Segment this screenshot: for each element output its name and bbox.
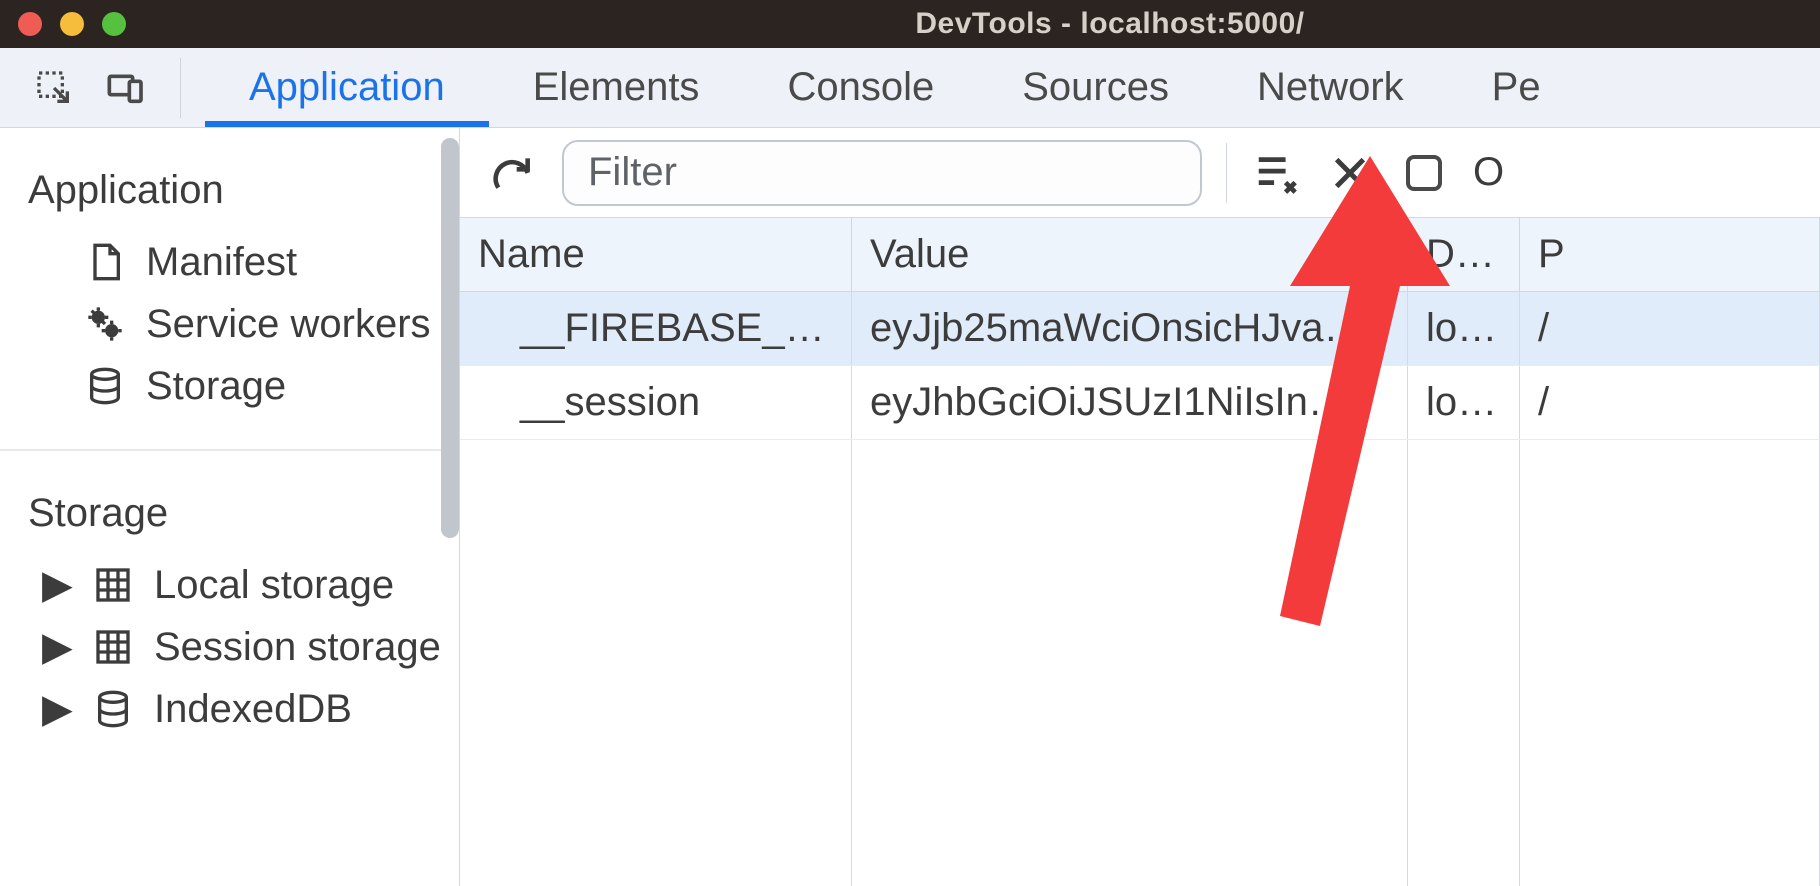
sidebar-item-label: IndexedDB — [154, 687, 352, 732]
cell-value: eyJhbGciOiJSUzI1NiIsIn… — [852, 366, 1408, 439]
tabs-row: Application Elements Console Sources Net… — [0, 48, 1820, 128]
maximize-window-button[interactable] — [102, 12, 126, 36]
titlebar: DevTools - localhost:5000/ — [0, 0, 1820, 48]
device-toolbar-icon[interactable] — [102, 64, 150, 112]
sidebar-item-manifest[interactable]: Manifest — [0, 231, 459, 293]
column-header-value[interactable]: Value — [852, 218, 1408, 291]
tab-label: Network — [1257, 65, 1404, 110]
scrollbar[interactable] — [441, 138, 459, 538]
sidebar-item-storage[interactable]: Storage — [0, 355, 459, 417]
sidebar-item-indexeddb[interactable]: ▶ IndexedDB — [0, 678, 459, 740]
tab-sources[interactable]: Sources — [978, 48, 1213, 127]
document-icon — [82, 239, 128, 285]
section-title-application: Application — [0, 128, 459, 231]
database-icon — [90, 686, 136, 732]
expand-caret-icon: ▶ — [42, 686, 62, 732]
gears-icon — [82, 301, 128, 347]
sidebar-item-label: Local storage — [154, 563, 394, 608]
inspect-element-icon[interactable] — [30, 64, 78, 112]
table-row[interactable]: __FIREBASE_… eyJjb25maWciOnsicHJva… lo… … — [460, 292, 1820, 366]
main: Application Manifest Service workers — [0, 128, 1820, 886]
content-toolbar: O — [460, 128, 1820, 218]
tabs: Application Elements Console Sources Net… — [205, 48, 1585, 127]
tab-label: Application — [249, 65, 445, 110]
close-icon[interactable] — [1325, 148, 1375, 198]
cell-path: / — [1520, 366, 1820, 439]
sidebar: Application Manifest Service workers — [0, 128, 460, 886]
content: O Name Value D… P __FIREBASE_… eyJjb25ma… — [460, 128, 1820, 886]
tab-console[interactable]: Console — [743, 48, 978, 127]
separator — [1226, 143, 1227, 203]
table-empty-area — [460, 440, 1820, 886]
expand-caret-icon: ▶ — [42, 624, 62, 670]
tab-application[interactable]: Application — [205, 48, 489, 127]
refresh-icon[interactable] — [488, 148, 538, 198]
sidebar-item-local-storage[interactable]: ▶ Local storage — [0, 554, 459, 616]
cell-name: __FIREBASE_… — [460, 292, 852, 365]
tab-performance-truncated[interactable]: Pe — [1448, 48, 1585, 127]
column-header-name[interactable]: Name — [460, 218, 852, 291]
sidebar-item-label: Session storage — [154, 625, 441, 670]
toolbar-trailing-label: O — [1473, 150, 1504, 195]
database-icon — [82, 363, 128, 409]
section-title-storage: Storage — [0, 451, 459, 554]
sidebar-item-label: Manifest — [146, 240, 297, 285]
tab-label: Elements — [533, 65, 700, 110]
sidebar-item-service-workers[interactable]: Service workers — [0, 293, 459, 355]
column-header-path[interactable]: P — [1520, 218, 1820, 291]
clear-all-icon[interactable] — [1251, 148, 1301, 198]
cell-name: __session — [460, 366, 852, 439]
sidebar-item-session-storage[interactable]: ▶ Session storage — [0, 616, 459, 678]
minimize-window-button[interactable] — [60, 12, 84, 36]
filter-input[interactable] — [562, 140, 1202, 206]
column-header-domain[interactable]: D… — [1408, 218, 1520, 291]
window-title: DevTools - localhost:5000/ — [915, 7, 1304, 41]
expand-caret-icon: ▶ — [42, 562, 62, 608]
tab-network[interactable]: Network — [1213, 48, 1448, 127]
traffic-lights — [18, 12, 126, 36]
grid-icon — [90, 624, 136, 670]
separator — [180, 58, 181, 118]
checkbox-only-show-cookies[interactable] — [1399, 148, 1449, 198]
tab-label: Console — [787, 65, 934, 110]
tab-elements[interactable]: Elements — [489, 48, 744, 127]
table-row[interactable]: __session eyJhbGciOiJSUzI1NiIsIn… lo… / — [460, 366, 1820, 440]
cell-domain: lo… — [1408, 292, 1520, 365]
sidebar-item-label: Service workers — [146, 302, 431, 347]
grid-icon — [90, 562, 136, 608]
cell-path: / — [1520, 292, 1820, 365]
cookies-table: Name Value D… P __FIREBASE_… eyJjb25maWc… — [460, 218, 1820, 886]
table-header: Name Value D… P — [460, 218, 1820, 292]
sidebar-item-label: Storage — [146, 364, 286, 409]
cell-domain: lo… — [1408, 366, 1520, 439]
cell-value: eyJjb25maWciOnsicHJva… — [852, 292, 1408, 365]
tab-label: Sources — [1022, 65, 1169, 110]
close-window-button[interactable] — [18, 12, 42, 36]
tab-label: Pe — [1492, 65, 1541, 110]
